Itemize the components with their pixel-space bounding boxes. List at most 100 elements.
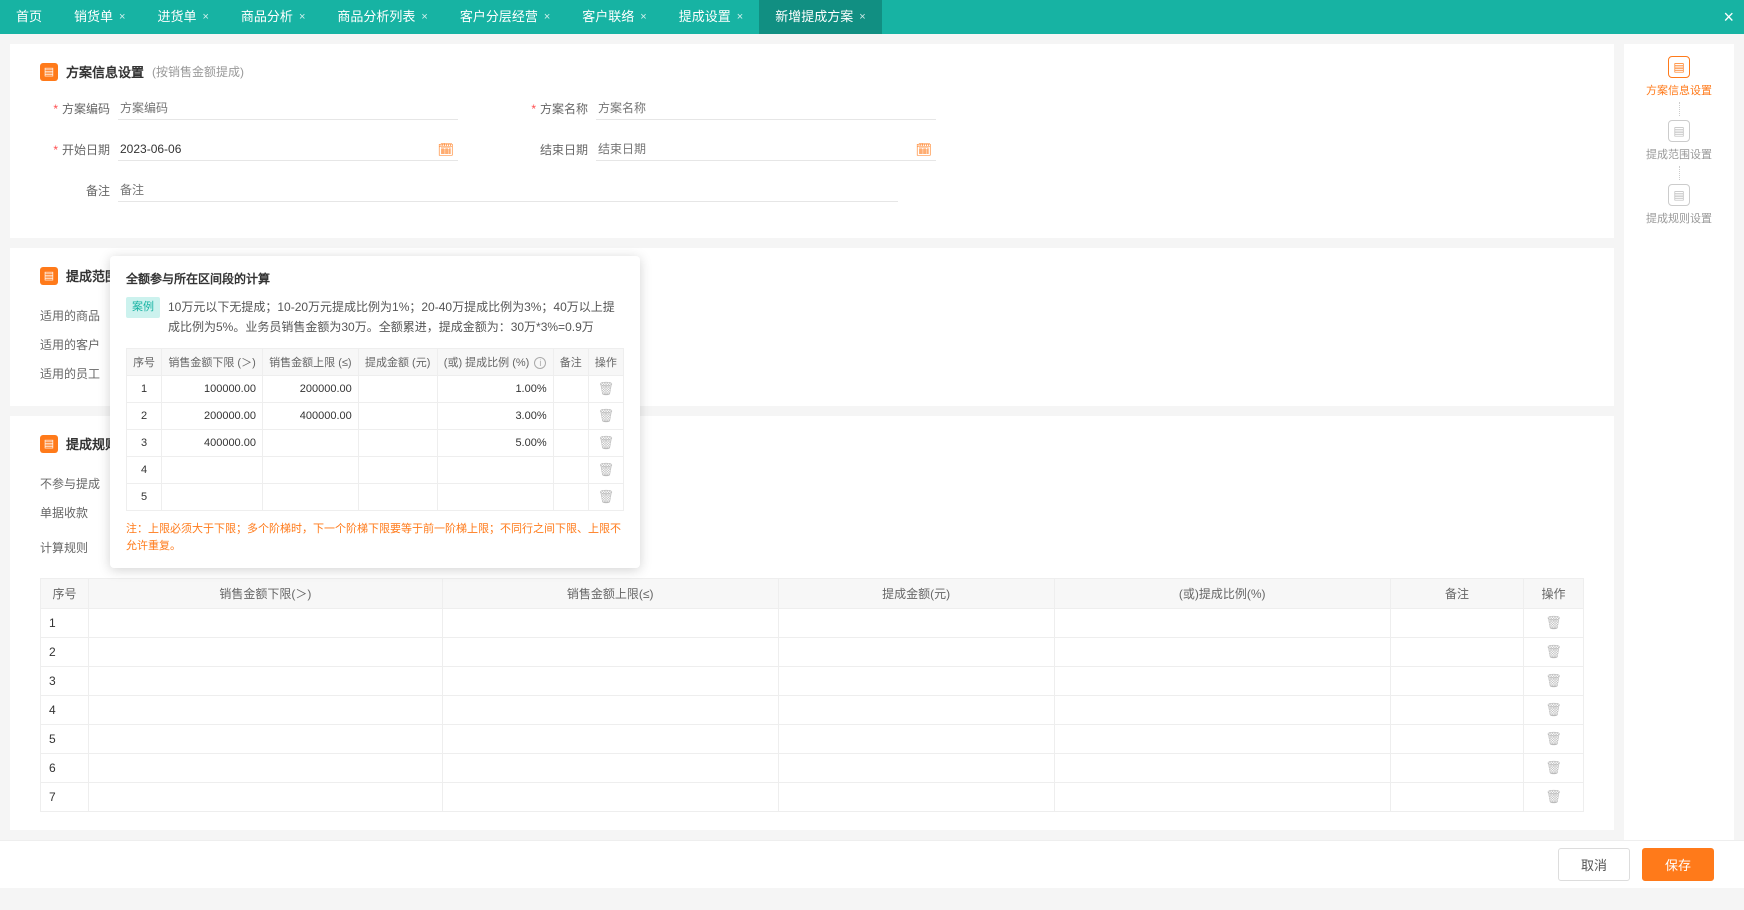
col-header: 销售金额下限 (＞) <box>162 348 263 375</box>
delete-icon[interactable]: 🗑 <box>598 381 615 396</box>
step-icon: ▤ <box>1668 56 1690 78</box>
col-header: 提成金额(元) <box>778 579 1054 609</box>
delete-icon[interactable]: 🗑 <box>1545 731 1562 746</box>
table-row: 2200000.00400000.003.00%🗑 <box>127 402 624 429</box>
info-icon[interactable]: i <box>534 357 546 369</box>
calendar-icon[interactable]: 🗓 <box>437 142 454 158</box>
section-title: 方案信息设置 <box>66 62 144 81</box>
tab-close-icon[interactable]: × <box>737 0 743 34</box>
delete-icon[interactable]: 🗑 <box>598 462 615 477</box>
cancel-button[interactable]: 取消 <box>1558 848 1630 881</box>
tab-close-icon[interactable]: × <box>299 0 305 34</box>
tab-0[interactable]: 首页 <box>0 0 58 34</box>
col-header: (或) 提成比例 (%) i <box>437 348 553 375</box>
col-header: 备注 <box>553 348 588 375</box>
section-icon: ▤ <box>40 435 58 453</box>
aside-step-0[interactable]: ▤ 方案信息设置 <box>1630 56 1728 98</box>
delete-icon[interactable]: 🗑 <box>1545 789 1562 804</box>
example-table: 序号销售金额下限 (＞)销售金额上限 (≤)提成金额 (元)(或) 提成比例 (… <box>126 348 624 511</box>
table-row: 5🗑 <box>127 483 624 510</box>
table-row[interactable]: 6🗑 <box>41 754 1584 783</box>
label-plan-name: 方案名称 <box>518 100 588 117</box>
tab-close-icon[interactable]: × <box>119 0 125 34</box>
col-header: 备注 <box>1390 579 1523 609</box>
tab-label: 商品分析 <box>241 0 293 34</box>
calendar-icon[interactable]: 🗓 <box>915 142 932 158</box>
tab-2[interactable]: 进货单× <box>141 0 224 34</box>
col-header: 提成金额 (元) <box>358 348 437 375</box>
col-header: 销售金额下限(＞) <box>89 579 443 609</box>
delete-icon[interactable]: 🗑 <box>598 435 615 450</box>
table-row: 1100000.00200000.001.00%🗑 <box>127 375 624 402</box>
delete-icon[interactable]: 🗑 <box>1545 702 1562 717</box>
table-row[interactable]: 1🗑 <box>41 609 1584 638</box>
tab-label: 新增提成方案 <box>775 0 853 34</box>
example-text: 10万元以下无提成；10-20万元提成比例为1%；20-40万提成比例为3%；4… <box>168 297 624 338</box>
top-tab-bar: 首页销货单×进货单×商品分析×商品分析列表×客户分层经营×客户联络×提成设置×新… <box>0 0 1744 34</box>
table-row[interactable]: 2🗑 <box>41 638 1584 667</box>
label-calc-rule: 计算规则 <box>40 539 88 556</box>
input-plan-code[interactable] <box>118 97 458 120</box>
tab-1[interactable]: 销货单× <box>58 0 141 34</box>
tab-8[interactable]: 新增提成方案× <box>759 0 881 34</box>
table-row[interactable]: 4🗑 <box>41 696 1584 725</box>
tab-label: 销货单 <box>74 0 113 34</box>
save-button[interactable]: 保存 <box>1642 848 1714 881</box>
delete-icon[interactable]: 🗑 <box>1545 760 1562 775</box>
delete-icon[interactable]: 🗑 <box>1545 615 1562 630</box>
close-all-icon[interactable]: × <box>1723 0 1734 34</box>
delete-icon[interactable]: 🗑 <box>598 489 615 504</box>
col-header: 销售金额上限 (≤) <box>262 348 358 375</box>
tab-label: 首页 <box>16 0 42 34</box>
input-end-date[interactable] <box>596 138 936 161</box>
input-plan-name[interactable] <box>596 97 936 120</box>
tab-3[interactable]: 商品分析× <box>225 0 321 34</box>
tab-label: 进货单 <box>157 0 196 34</box>
label-remark: 备注 <box>40 182 110 199</box>
delete-icon[interactable]: 🗑 <box>598 408 615 423</box>
col-header: 销售金额上限(≤) <box>442 579 778 609</box>
rules-table: 序号销售金额下限(＞)销售金额上限(≤)提成金额(元)(或)提成比例(%)备注操… <box>40 578 1584 812</box>
tab-6[interactable]: 客户联络× <box>566 0 662 34</box>
input-start-date[interactable] <box>118 138 458 161</box>
step-label: 提成规则设置 <box>1646 210 1712 226</box>
tab-close-icon[interactable]: × <box>544 0 550 34</box>
section-subtitle: (按销售金额提成) <box>152 63 244 80</box>
tab-close-icon[interactable]: × <box>421 0 427 34</box>
step-label: 提成范围设置 <box>1646 146 1712 162</box>
example-tag: 案例 <box>126 297 160 318</box>
tab-close-icon[interactable]: × <box>202 0 208 34</box>
col-header: 序号 <box>41 579 89 609</box>
label-start-date: 开始日期 <box>40 141 110 158</box>
tab-close-icon[interactable]: × <box>640 0 646 34</box>
tab-7[interactable]: 提成设置× <box>663 0 759 34</box>
footer-bar: 取消 保存 <box>0 840 1744 888</box>
section-icon: ▤ <box>40 63 58 81</box>
table-row[interactable]: 3🗑 <box>41 667 1584 696</box>
table-row: 4🗑 <box>127 456 624 483</box>
tab-close-icon[interactable]: × <box>859 0 865 34</box>
col-header: 操作 <box>1524 579 1584 609</box>
section-plan-info: ▤ 方案信息设置 (按销售金额提成) 方案编码 方案名称 开始日期 <box>10 44 1614 238</box>
delete-icon[interactable]: 🗑 <box>1545 673 1562 688</box>
aside-step-2[interactable]: ▤提成规则设置 <box>1630 184 1728 226</box>
example-popover: 全额参与所在区间段的计算 案例 10万元以下无提成；10-20万元提成比例为1%… <box>110 256 640 568</box>
table-row[interactable]: 5🗑 <box>41 725 1584 754</box>
input-remark[interactable] <box>118 179 898 202</box>
step-label: 方案信息设置 <box>1646 82 1712 98</box>
tab-label: 客户分层经营 <box>460 0 538 34</box>
tab-5[interactable]: 客户分层经营× <box>444 0 566 34</box>
label-plan-code: 方案编码 <box>40 100 110 117</box>
tab-label: 商品分析列表 <box>337 0 415 34</box>
col-header: 序号 <box>127 348 162 375</box>
aside-step-1[interactable]: ▤提成范围设置 <box>1630 120 1728 162</box>
col-header: (或)提成比例(%) <box>1054 579 1390 609</box>
table-row[interactable]: 7🗑 <box>41 783 1584 812</box>
popover-note: 注：上限必须大于下限；多个阶梯时，下一个阶梯下限要等于前一阶梯上限；不同行之间下… <box>126 521 624 556</box>
aside-anchor-nav: ▤ 方案信息设置 ▤提成范围设置 ▤提成规则设置 <box>1624 44 1734 840</box>
tab-4[interactable]: 商品分析列表× <box>321 0 443 34</box>
col-header: 操作 <box>588 348 623 375</box>
delete-icon[interactable]: 🗑 <box>1545 644 1562 659</box>
section-icon: ▤ <box>40 267 58 285</box>
popover-heading: 全额参与所在区间段的计算 <box>126 270 624 287</box>
